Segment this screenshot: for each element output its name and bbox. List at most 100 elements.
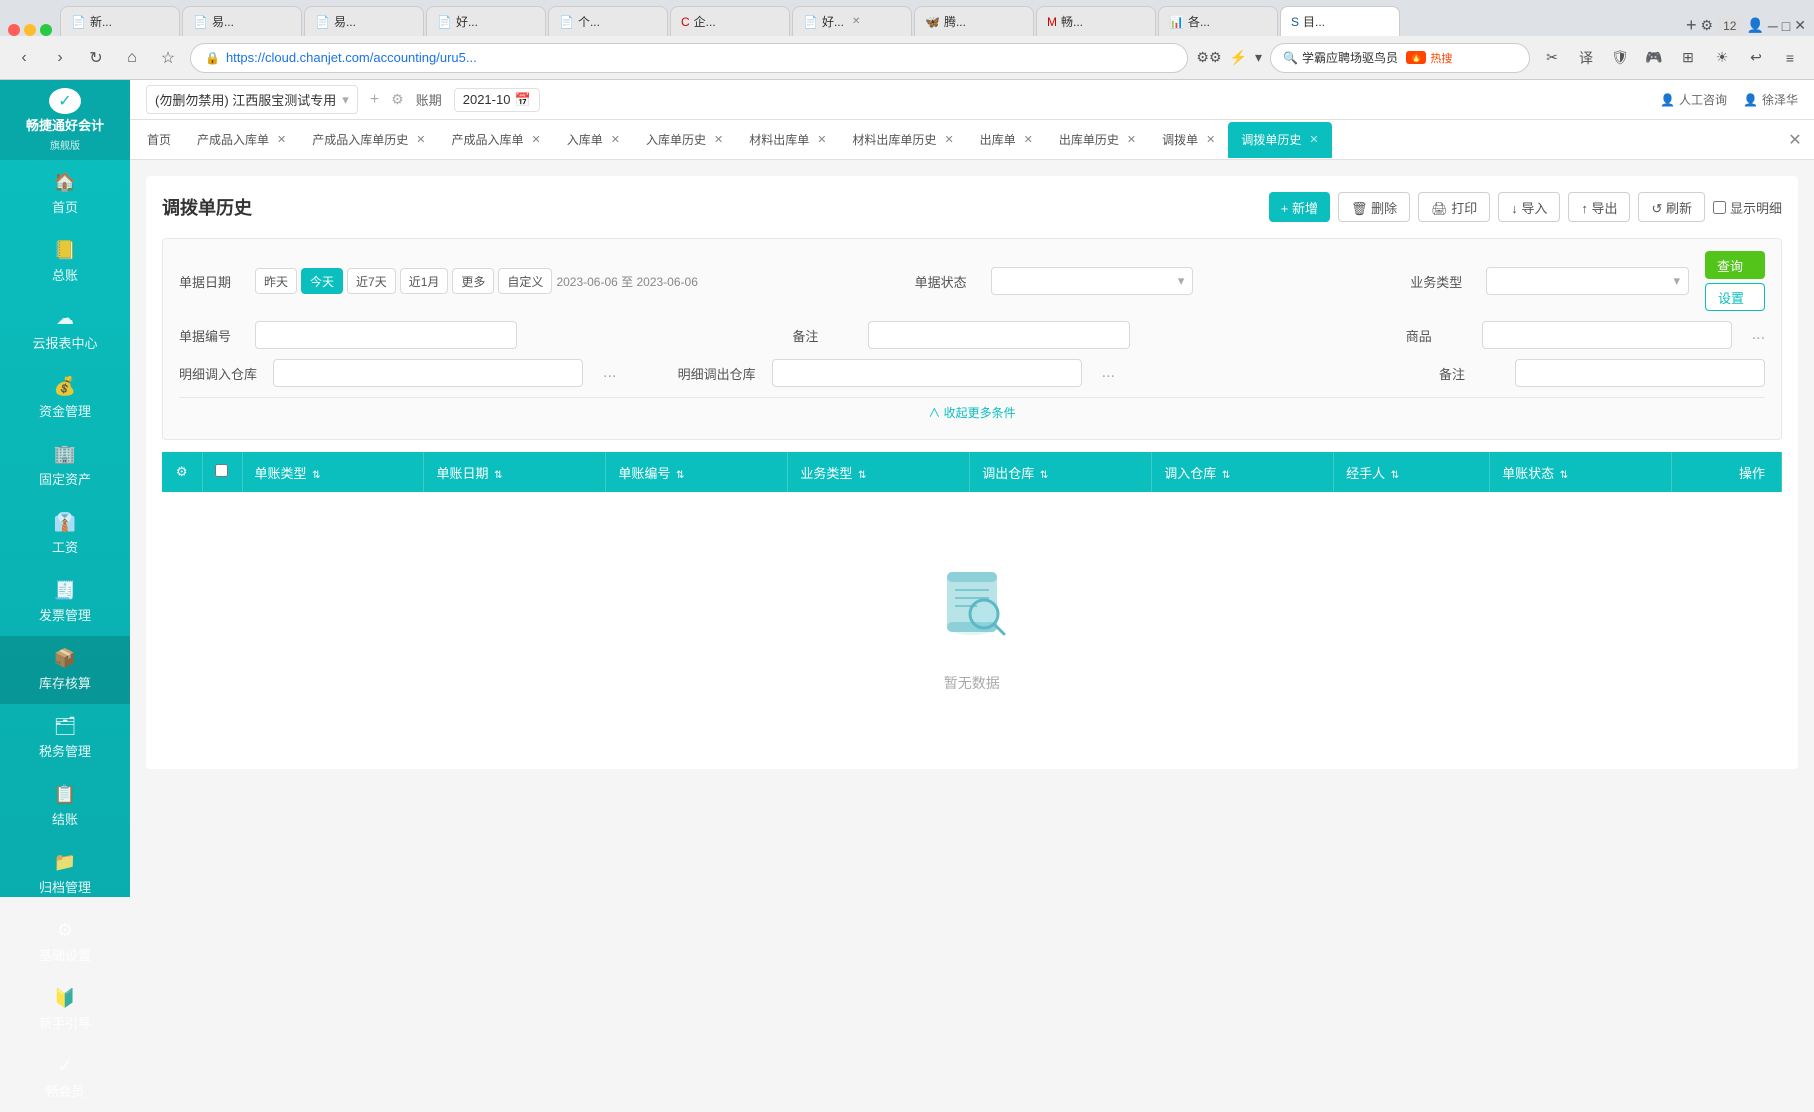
- close-all-tabs-btn[interactable]: ✕: [1780, 125, 1810, 155]
- refresh-btn[interactable]: ↺ 刷新: [1638, 192, 1705, 222]
- page-tab-2[interactable]: 产成品入库单历史 ✕: [299, 122, 438, 158]
- tab-close-pt10[interactable]: ✕: [1206, 133, 1215, 146]
- remark-input[interactable]: [868, 321, 1130, 349]
- export-btn[interactable]: ↑ 导出: [1568, 192, 1630, 222]
- tab-close-pt7[interactable]: ✕: [944, 133, 953, 146]
- sidebar-item-inventory[interactable]: 📦 库存核算: [0, 636, 130, 704]
- browser-tab-9[interactable]: M 畅...: [1036, 6, 1156, 36]
- page-tab-4[interactable]: 入库单 ✕: [554, 122, 633, 158]
- sidebar-item-asset[interactable]: 🏢 固定资产: [0, 432, 130, 500]
- delete-btn[interactable]: 🗑 删除: [1338, 192, 1410, 222]
- page-tab-7[interactable]: 材料出库单历史 ✕: [839, 122, 966, 158]
- browser-tab-1[interactable]: 📄 新...: [60, 6, 180, 36]
- tab-close-pt4[interactable]: ✕: [611, 133, 620, 146]
- dropdown-icon[interactable]: ▾: [1255, 49, 1262, 66]
- display-toggle[interactable]: 显示明细: [1713, 198, 1782, 217]
- page-tab-9[interactable]: 出库单历史 ✕: [1046, 122, 1149, 158]
- sidebar-item-tax[interactable]: 🗂 税务管理: [0, 704, 130, 772]
- forward-btn[interactable]: ›: [46, 44, 74, 72]
- company-settings-btn[interactable]: ⚙: [391, 91, 404, 108]
- browser-tab-11[interactable]: S 目...: [1280, 6, 1400, 36]
- page-tab-10[interactable]: 调拨单 ✕: [1149, 122, 1228, 158]
- handler-header[interactable]: 经手人 ⇅: [1334, 452, 1490, 492]
- minimize-window-btn[interactable]: ─: [1768, 18, 1778, 34]
- browser-tab-6[interactable]: C 企...: [670, 6, 790, 36]
- page-tab-8[interactable]: 出库单 ✕: [967, 122, 1046, 158]
- close-btn[interactable]: [8, 24, 20, 36]
- scissors-btn[interactable]: ✂: [1538, 44, 1566, 72]
- grid-btn[interactable]: ⊞: [1674, 44, 1702, 72]
- biz-type-header[interactable]: 业务类型 ⇅: [788, 452, 970, 492]
- game-btn[interactable]: 🎮: [1640, 44, 1668, 72]
- sidebar-item-home[interactable]: 🏠 首页: [0, 160, 130, 228]
- brightness-btn[interactable]: ☀: [1708, 44, 1736, 72]
- in-warehouse-header[interactable]: 调入仓库 ⇅: [1152, 452, 1334, 492]
- home-btn[interactable]: ⌂: [118, 44, 146, 72]
- bookmark-btn[interactable]: ☆: [154, 44, 182, 72]
- detail-out-dots[interactable]: ...: [1102, 364, 1115, 382]
- shield-btn[interactable]: 🛡: [1606, 44, 1634, 72]
- sidebar-item-fund[interactable]: 💰 资金管理: [0, 364, 130, 432]
- browser-tab-7[interactable]: 📄 好... ✕: [792, 6, 912, 36]
- display-checkbox[interactable]: [1713, 201, 1726, 214]
- browser-tab-3[interactable]: 📄 易...: [304, 6, 424, 36]
- doc-status-header[interactable]: 单账状态 ⇅: [1490, 452, 1672, 492]
- user-btn[interactable]: 👤 徐泽华: [1743, 91, 1798, 108]
- tab-close-pt3[interactable]: ✕: [532, 133, 541, 146]
- search-bar[interactable]: 🔍 学霸应聘场驱鸟员 🔥 热搜: [1270, 43, 1530, 73]
- add-company-btn[interactable]: +: [370, 91, 379, 109]
- browser-tab-5[interactable]: 📄 个...: [548, 6, 668, 36]
- tab-close-pt5[interactable]: ✕: [714, 133, 723, 146]
- tab-close-pt11[interactable]: ✕: [1309, 133, 1318, 146]
- extensions-icon[interactable]: ⚙⚙: [1196, 49, 1221, 66]
- new-btn[interactable]: + 新增: [1269, 192, 1330, 222]
- close-window-btn[interactable]: ✕: [1794, 17, 1806, 34]
- sidebar-item-member[interactable]: ✓ 畅会员: [0, 1044, 130, 1112]
- import-btn[interactable]: ↓ 导入: [1498, 192, 1560, 222]
- page-tab-6[interactable]: 材料出库单 ✕: [736, 122, 839, 158]
- more-btn[interactable]: 更多: [452, 268, 494, 294]
- doc-no-header[interactable]: 单账编号 ⇅: [606, 452, 788, 492]
- browser-tab-8[interactable]: 🦋 腾...: [914, 6, 1034, 36]
- week-btn[interactable]: 近7天: [347, 268, 396, 294]
- sidebar-item-archive[interactable]: 📁 归档管理: [0, 840, 130, 908]
- biz-type-select[interactable]: ▾: [1486, 267, 1689, 295]
- extensions-btn[interactable]: ⚙: [1701, 17, 1714, 34]
- tab-close-7[interactable]: ✕: [852, 16, 860, 27]
- support-btn[interactable]: 👤 人工咨询: [1660, 91, 1727, 108]
- today-btn[interactable]: 今天: [301, 268, 343, 294]
- docno-input[interactable]: [255, 321, 517, 349]
- company-selector[interactable]: (勿删勿禁用) 江西服宝测试专用 ▾: [146, 85, 358, 114]
- yesterday-btn[interactable]: 昨天: [255, 268, 297, 294]
- detail-in-dots[interactable]: ...: [603, 364, 616, 382]
- sidebar-item-basic[interactable]: ⚙ 基础设置: [0, 908, 130, 976]
- menu-btn[interactable]: ≡: [1776, 44, 1804, 72]
- sidebar-item-report[interactable]: ☁ 云报表中心: [0, 296, 130, 364]
- minimize-btn[interactable]: [24, 24, 36, 36]
- out-warehouse-header[interactable]: 调出仓库 ⇅: [970, 452, 1152, 492]
- select-all-checkbox[interactable]: [215, 464, 228, 477]
- page-tab-3[interactable]: 产成品入库单 ✕: [438, 122, 553, 158]
- remark2-input[interactable]: [1515, 359, 1765, 387]
- tab-close-pt2[interactable]: ✕: [416, 133, 425, 146]
- new-tab-btn[interactable]: +: [1686, 15, 1697, 36]
- browser-tab-2[interactable]: 📄 易...: [182, 6, 302, 36]
- page-tab-11[interactable]: 调拨单历史 ✕: [1228, 122, 1331, 158]
- maximize-btn[interactable]: [40, 24, 52, 36]
- tab-close-pt8[interactable]: ✕: [1024, 133, 1033, 146]
- month-btn[interactable]: 近1月: [400, 268, 449, 294]
- settings-filter-btn[interactable]: 设置: [1705, 283, 1765, 311]
- detail-out-input[interactable]: [772, 359, 1082, 387]
- tab-close-pt6[interactable]: ✕: [817, 133, 826, 146]
- undo-btn[interactable]: ↩: [1742, 44, 1770, 72]
- sidebar-item-guide[interactable]: 🔰 新手引导: [0, 976, 130, 1044]
- tab-close-pt9[interactable]: ✕: [1127, 133, 1136, 146]
- browser-tab-10[interactable]: 📊 各...: [1158, 6, 1278, 36]
- page-tab-5[interactable]: 入库单历史 ✕: [633, 122, 736, 158]
- doc-type-header[interactable]: 单账类型 ⇅: [242, 452, 424, 492]
- checkbox-column-header[interactable]: [202, 452, 242, 492]
- collapse-more-btn[interactable]: ∧ 收起更多条件: [179, 397, 1765, 427]
- period-selector[interactable]: 2021-10 📅: [454, 88, 540, 112]
- goods-input[interactable]: [1482, 321, 1732, 349]
- lightning-icon[interactable]: ⚡: [1230, 49, 1247, 66]
